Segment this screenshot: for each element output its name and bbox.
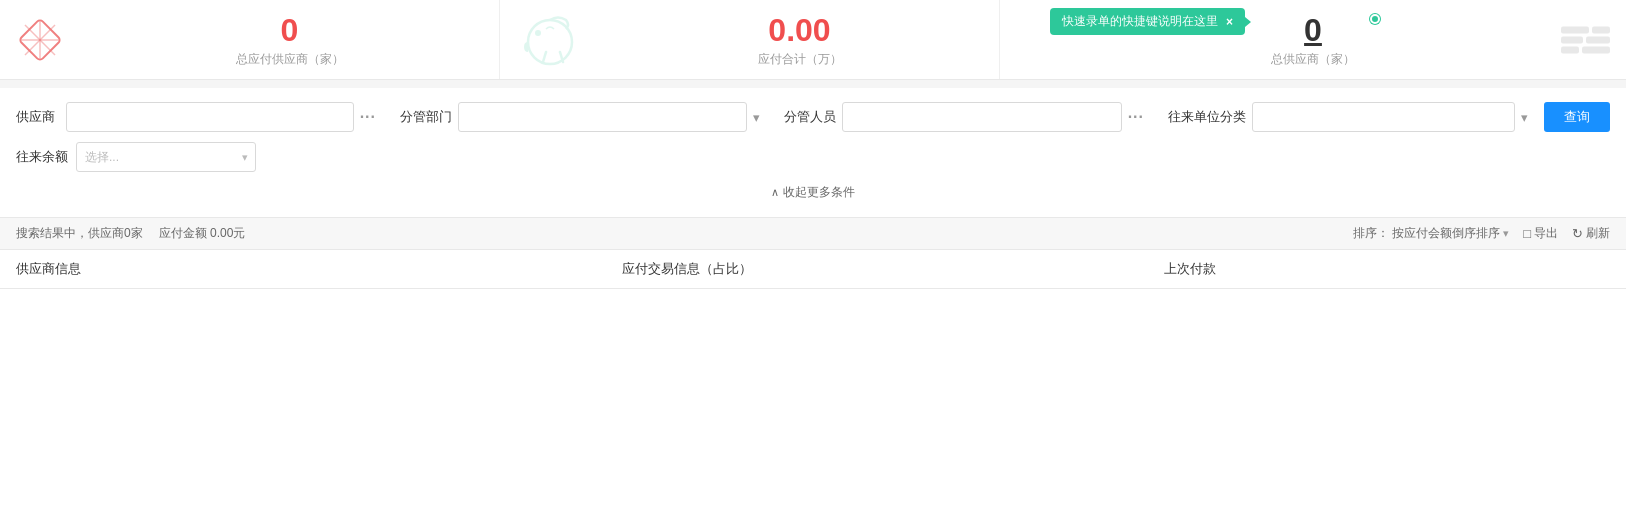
filter-section: 供应商 ··· 分管部门 ▾ 分管人员 ··· 往来单位分类 ▾ 查询 [0, 88, 1626, 218]
filter-person-group: 分管人员 ··· [784, 102, 1144, 132]
table-header: 供应商信息 应付交易信息（占比） 上次付款 [0, 250, 1626, 289]
supplier-input[interactable] [66, 102, 354, 132]
logo-area [0, 0, 80, 80]
sort-area: 排序： 按应付会额倒序排序 按应付会额倒序排序 ▾ [1353, 225, 1509, 242]
export-action[interactable]: □ 导出 [1523, 225, 1558, 242]
filter-unit-class-group: 往来单位分类 ▾ [1168, 102, 1528, 132]
payable-suppliers-label: 总应付供应商（家） [236, 51, 344, 68]
total-suppliers-number: 0 [1304, 11, 1322, 49]
person-input[interactable] [842, 102, 1122, 132]
col-trade-info: 应付交易信息（占比） [622, 260, 1164, 278]
export-label: 导出 [1534, 225, 1558, 242]
stat-payable-total: 0.00 应付合计（万） [500, 0, 1000, 79]
tooltip-close[interactable]: × [1226, 15, 1233, 29]
export-icon: □ [1523, 226, 1531, 241]
supplier-dots[interactable]: ··· [360, 108, 376, 126]
refresh-label: 刷新 [1586, 225, 1610, 242]
balance-select[interactable]: 选择... [76, 142, 256, 172]
table-body [0, 289, 1626, 515]
person-dots[interactable]: ··· [1128, 108, 1144, 126]
col-last-payment: 上次付款 [1164, 260, 1610, 278]
unit-class-label: 往来单位分类 [1168, 108, 1246, 126]
payable-total-label: 应付合计（万） [758, 51, 842, 68]
sort-label: 排序： [1353, 225, 1389, 242]
filter-supplier-group: 供应商 ··· [16, 102, 376, 132]
piggy-icon [518, 7, 583, 72]
query-button[interactable]: 查询 [1544, 102, 1610, 132]
filter-row-2: 往来余额 选择... ▾ [16, 142, 1610, 172]
results-bar: 搜索结果中，供应商0家 应付金额 0.00元 排序： 按应付会额倒序排序 按应付… [0, 218, 1626, 250]
results-actions: 排序： 按应付会额倒序排序 按应付会额倒序排序 ▾ □ 导出 ↻ 刷新 [1353, 225, 1610, 242]
results-info-area: 搜索结果中，供应商0家 应付金额 0.00元 [16, 225, 245, 242]
tooltip-text: 快速录单的快捷键说明在这里 [1062, 13, 1218, 30]
stats-section: 0 总应付供应商（家） 0.00 应付合计（万） [0, 0, 1626, 80]
payable-total-number: 0.00 [768, 11, 830, 49]
sort-chevron[interactable]: ▾ [1503, 227, 1509, 240]
results-amount: 应付金额 0.00元 [159, 225, 246, 242]
payable-suppliers-number: 0 [281, 11, 299, 49]
supplier-label: 供应商 [16, 108, 60, 126]
filter-row-1: 供应商 ··· 分管部门 ▾ 分管人员 ··· 往来单位分类 ▾ 查询 [16, 102, 1610, 132]
unit-class-chevron[interactable]: ▾ [1521, 110, 1528, 125]
sort-option-text: 按应付会额倒序排序 [1392, 225, 1500, 242]
results-count: 搜索结果中，供应商0家 [16, 225, 143, 242]
tooltip-bubble[interactable]: 快速录单的快捷键说明在这里 × [1050, 8, 1245, 35]
refresh-action[interactable]: ↻ 刷新 [1572, 225, 1610, 242]
department-chevron[interactable]: ▾ [753, 110, 760, 125]
department-label: 分管部门 [400, 108, 452, 126]
stat-payable-suppliers: 0 总应付供应商（家） [80, 11, 499, 68]
piggy-icon-area [500, 0, 600, 80]
balance-label: 往来余额 [16, 148, 68, 166]
collapse-button[interactable]: ∧ 收起更多条件 [755, 180, 871, 205]
collapse-text: 收起更多条件 [783, 184, 855, 201]
unit-class-input[interactable] [1252, 102, 1515, 132]
svg-point-6 [535, 30, 541, 36]
refresh-icon: ↻ [1572, 226, 1583, 241]
right-panel-icons [1561, 26, 1610, 53]
stat-total-suppliers: 快速录单的快捷键说明在这里 × 0 总供应商（家） [1000, 0, 1626, 79]
collapse-icon: ∧ [771, 186, 779, 199]
diamond-icon [15, 15, 65, 65]
department-input[interactable] [458, 102, 747, 132]
tooltip-dot [1370, 14, 1380, 24]
collapse-row: ∧ 收起更多条件 [16, 180, 1610, 211]
total-suppliers-label: 总供应商（家） [1271, 51, 1355, 68]
person-label: 分管人员 [784, 108, 836, 126]
col-supplier-info: 供应商信息 [16, 260, 622, 278]
filter-department-group: 分管部门 ▾ [400, 102, 760, 132]
